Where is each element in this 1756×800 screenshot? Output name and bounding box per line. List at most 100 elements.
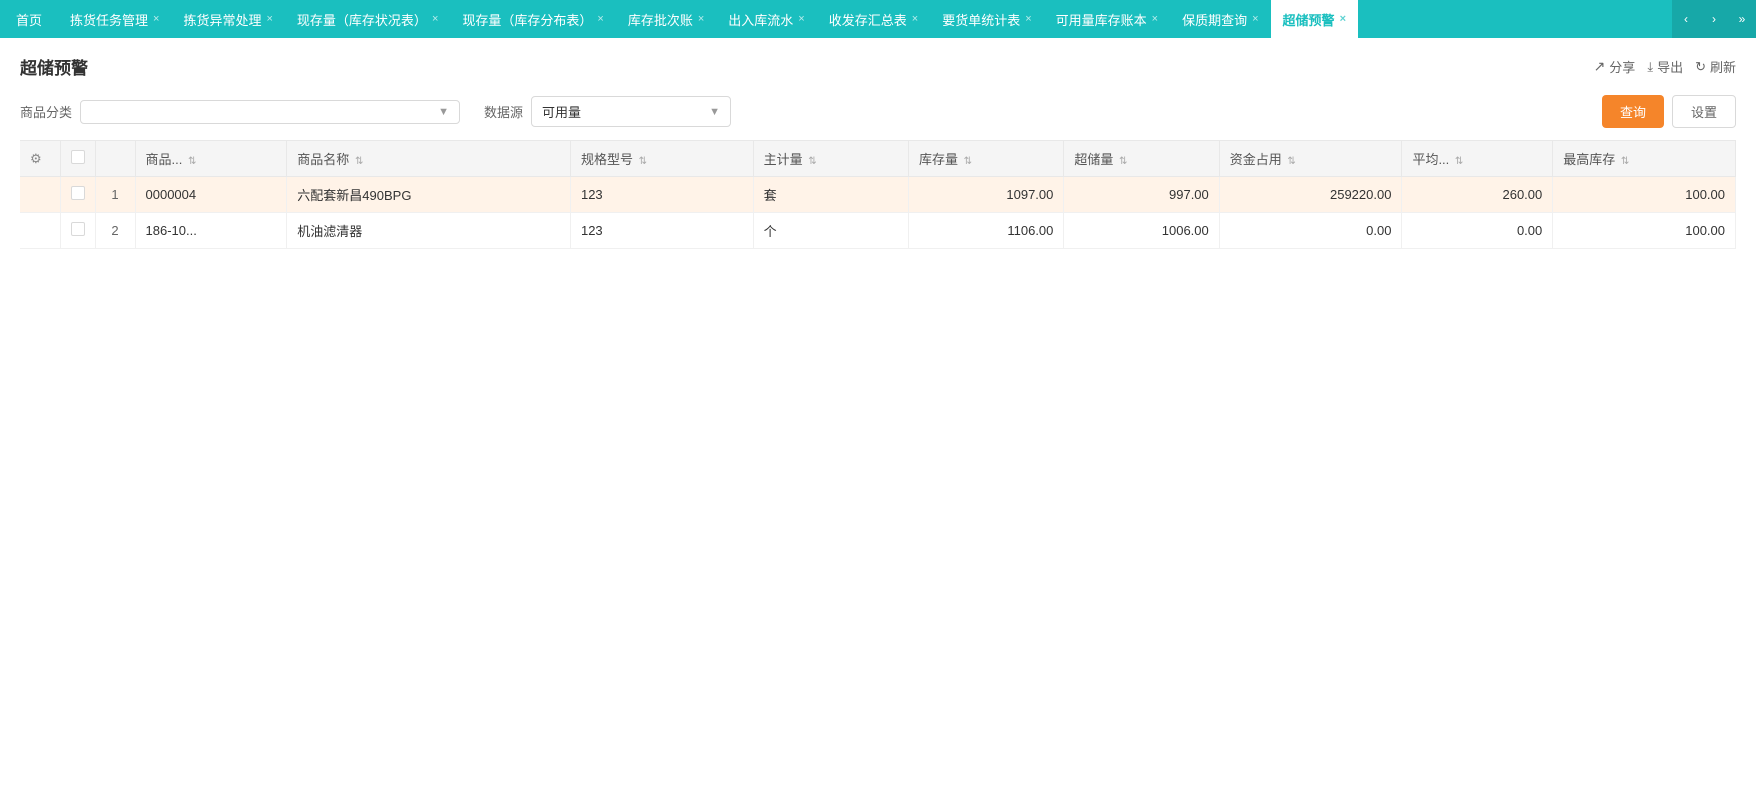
nav-home[interactable]: 首页 xyxy=(0,0,58,38)
nav-item-label-9: 保质期查询 xyxy=(1182,10,1247,29)
row-stock-0: 1097.00 xyxy=(909,177,1064,213)
row-num-0: 1 xyxy=(95,177,135,213)
export-icon: ⤓ xyxy=(1647,59,1653,75)
nav-item-4[interactable]: 库存批次账 × xyxy=(616,0,716,38)
th-product-code-sort-icon: ⇅ xyxy=(188,156,196,167)
row-checkbox-cell-0[interactable] xyxy=(60,177,95,213)
row-max-stock-1: 100.00 xyxy=(1553,213,1736,249)
nav-item-6[interactable]: 收发存汇总表× xyxy=(817,0,930,38)
nav-item-2[interactable]: 现存量（库存状况表）× xyxy=(285,0,450,38)
th-product-name-sort-icon: ⇅ xyxy=(355,156,363,167)
row-stock-1: 1106.00 xyxy=(909,213,1064,249)
row-checkbox-0[interactable] xyxy=(71,186,85,200)
action-buttons: 查询 设置 xyxy=(1602,95,1736,128)
nav-item-label-1: 拣货异常处理 xyxy=(183,10,261,29)
th-product-code[interactable]: 商品... ⇅ xyxy=(135,141,287,177)
th-product-name[interactable]: 商品名称 ⇅ xyxy=(287,141,571,177)
datasource-filter: 数据源 可用量 ▼ xyxy=(484,96,731,127)
category-select[interactable]: ▼ xyxy=(80,100,460,124)
th-checkbox[interactable] xyxy=(60,141,95,177)
table-header-row: ⚙ 商品... ⇅ 商品名称 ⇅ 规格型号 ⇅ xyxy=(20,141,1736,177)
nav-item-3[interactable]: 现存量（库存分布表） × xyxy=(450,0,615,38)
nav-item-8[interactable]: 可用量库存账本 × xyxy=(1044,0,1170,38)
nav-item-0[interactable]: 拣货任务管理× xyxy=(58,0,171,38)
row-spec-0: 123 xyxy=(570,177,753,213)
share-label: 分享 xyxy=(1609,57,1635,76)
th-row-num xyxy=(95,141,135,177)
th-spec-sort-icon: ⇅ xyxy=(639,156,647,167)
row-over-stock-0: 997.00 xyxy=(1064,177,1219,213)
th-stock[interactable]: 库存量 ⇅ xyxy=(909,141,1064,177)
table-row: 1 0000004 六配套新昌490BPG 123 套 1097.00 997.… xyxy=(20,177,1736,213)
export-button[interactable]: ⤓ 导出 xyxy=(1647,57,1683,76)
refresh-button[interactable]: ↻ 刷新 xyxy=(1695,57,1736,76)
row-checkbox-cell-1[interactable] xyxy=(60,213,95,249)
nav-item-close-0[interactable]: × xyxy=(153,13,159,25)
nav-item-label-7: 要货单统计表 xyxy=(942,10,1020,29)
nav-item-label-4: 库存批次账 xyxy=(628,10,693,29)
th-capital-sort-icon: ⇅ xyxy=(1287,156,1295,167)
row-avg-1: 0.00 xyxy=(1402,213,1553,249)
row-spec-1: 123 xyxy=(570,213,753,249)
export-label: 导出 xyxy=(1657,57,1683,76)
refresh-label: 刷新 xyxy=(1710,57,1736,76)
page-header: 超储预警 ↗ 分享 ⤓ 导出 ↻ 刷新 xyxy=(20,54,1736,79)
nav-item-label-3: 现存量（库存分布表） xyxy=(462,10,592,29)
nav-item-close-7[interactable]: × xyxy=(1025,13,1031,25)
filter-row: 商品分类 ▼ 数据源 可用量 ▼ 查询 设置 xyxy=(20,95,1736,128)
nav-bar: 首页 拣货任务管理×拣货异常处理×现存量（库存状况表）×现存量（库存分布表）×库… xyxy=(0,0,1756,38)
th-avg[interactable]: 平均... ⇅ xyxy=(1402,141,1553,177)
datasource-select[interactable]: 可用量 ▼ xyxy=(531,96,731,127)
nav-item-5[interactable]: 出入库流水 × xyxy=(716,0,816,38)
th-max-stock-sort-icon: ⇅ xyxy=(1621,156,1629,167)
th-over-stock[interactable]: 超储量 ⇅ xyxy=(1064,141,1219,177)
data-table: ⚙ 商品... ⇅ 商品名称 ⇅ 规格型号 ⇅ xyxy=(20,140,1736,249)
share-icon: ↗ xyxy=(1594,58,1606,75)
share-button[interactable]: ↗ 分享 xyxy=(1594,57,1636,76)
row-num-1: 2 xyxy=(95,213,135,249)
row-capital-0: 259220.00 xyxy=(1219,177,1402,213)
nav-item-close-8[interactable]: × xyxy=(1152,13,1158,25)
nav-item-close-10[interactable]: × xyxy=(1340,13,1346,25)
settings-gear-icon: ⚙ xyxy=(30,151,42,166)
nav-item-label-5: 出入库流水 xyxy=(728,10,793,29)
row-over-stock-1: 1006.00 xyxy=(1064,213,1219,249)
nav-item-close-9[interactable]: × xyxy=(1252,13,1258,25)
row-capital-1: 0.00 xyxy=(1219,213,1402,249)
nav-prev-arrow[interactable]: ‹ xyxy=(1672,0,1700,38)
category-label: 商品分类 xyxy=(20,102,72,121)
nav-more-arrow[interactable]: » xyxy=(1728,0,1756,38)
nav-item-label-10: 超储预警 xyxy=(1283,10,1335,29)
nav-item-label-8: 可用量库存账本 xyxy=(1056,10,1147,29)
settings-button[interactable]: 设置 xyxy=(1672,95,1736,128)
query-button[interactable]: 查询 xyxy=(1602,95,1664,128)
th-max-stock-label: 最高库存 xyxy=(1563,152,1615,167)
row-unit-1: 个 xyxy=(753,213,908,249)
nav-item-1[interactable]: 拣货异常处理 × xyxy=(171,0,284,38)
nav-item-close-2[interactable]: × xyxy=(432,13,438,25)
row-checkbox-1[interactable] xyxy=(71,222,85,236)
nav-item-close-1[interactable]: × xyxy=(266,13,272,25)
nav-item-7[interactable]: 要货单统计表 × xyxy=(930,0,1043,38)
category-filter: 商品分类 ▼ xyxy=(20,100,460,124)
th-capital[interactable]: 资金占用 ⇅ xyxy=(1219,141,1402,177)
page-title: 超储预警 xyxy=(20,54,88,79)
nav-item-10[interactable]: 超储预警 × xyxy=(1271,0,1358,38)
th-spec[interactable]: 规格型号 ⇅ xyxy=(570,141,753,177)
th-capital-label: 资金占用 xyxy=(1230,152,1282,167)
nav-next-arrow[interactable]: › xyxy=(1700,0,1728,38)
nav-item-close-6[interactable]: × xyxy=(912,13,918,25)
th-max-stock[interactable]: 最高库存 ⇅ xyxy=(1553,141,1736,177)
nav-item-close-5[interactable]: × xyxy=(798,13,804,25)
row-avg-0: 260.00 xyxy=(1402,177,1553,213)
th-over-stock-sort-icon: ⇅ xyxy=(1119,156,1127,167)
th-spec-label: 规格型号 xyxy=(581,152,633,167)
th-unit[interactable]: 主计量 ⇅ xyxy=(753,141,908,177)
th-settings[interactable]: ⚙ xyxy=(20,141,60,177)
page-content: 超储预警 ↗ 分享 ⤓ 导出 ↻ 刷新 商品分类 ▼ 数据源 xyxy=(0,38,1756,265)
header-checkbox[interactable] xyxy=(71,150,85,164)
nav-item-9[interactable]: 保质期查询 × xyxy=(1170,0,1270,38)
nav-item-close-3[interactable]: × xyxy=(597,13,603,25)
row-product-name-1: 机油滤清器 xyxy=(287,213,571,249)
nav-item-close-4[interactable]: × xyxy=(698,13,704,25)
